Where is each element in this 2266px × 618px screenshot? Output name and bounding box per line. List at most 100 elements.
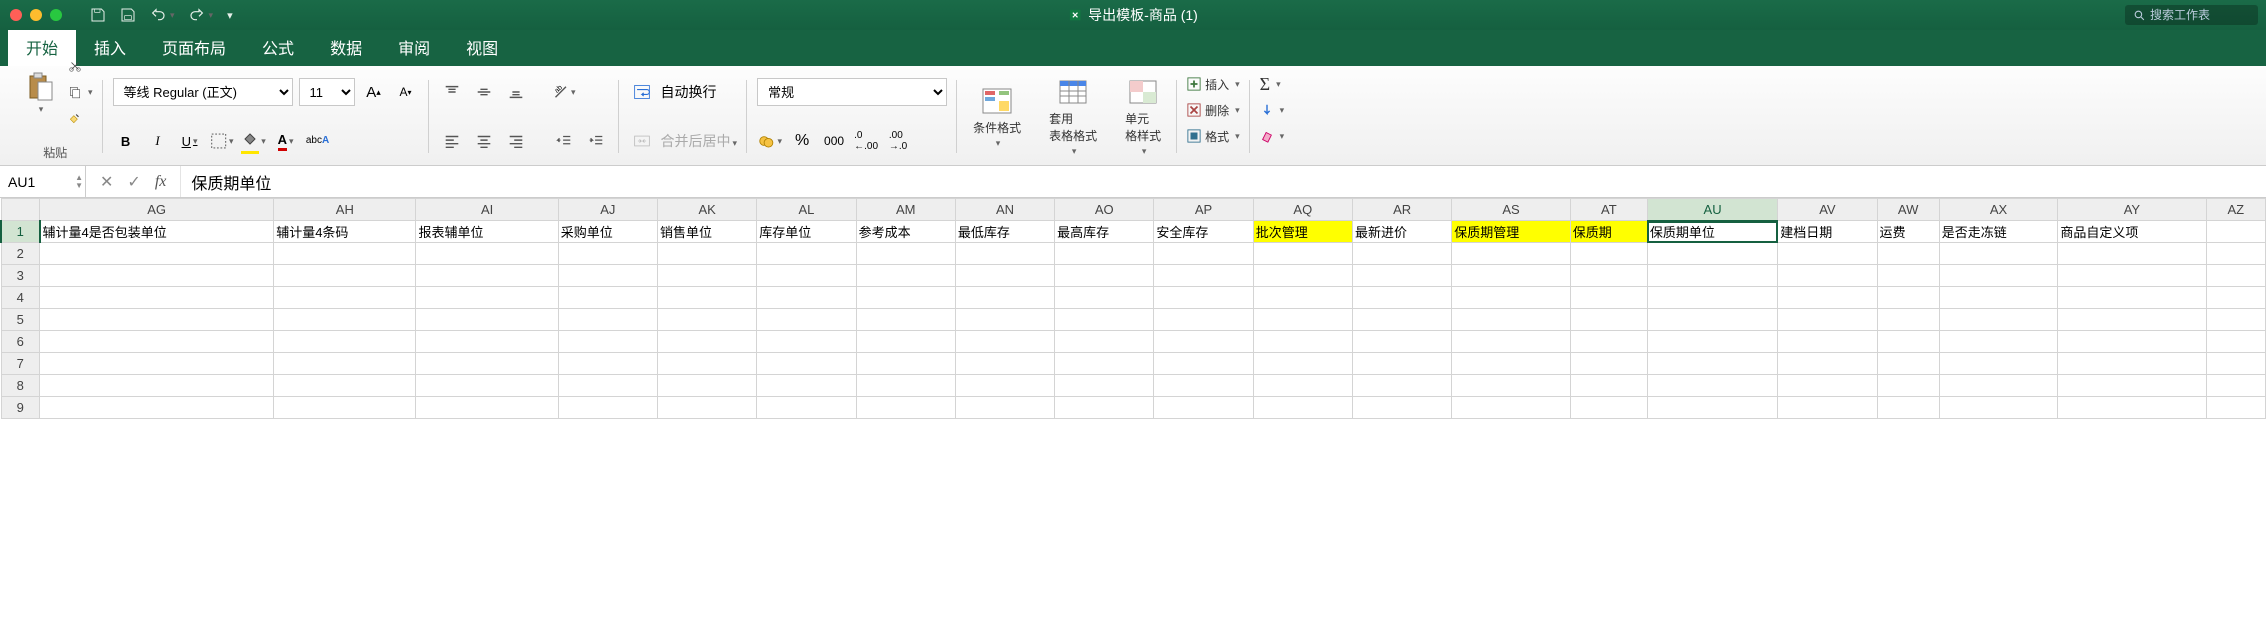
cell-styles-button[interactable]: 单元 格样式 [1119,74,1167,159]
cell-AP3[interactable] [1154,265,1253,287]
cell-AN1[interactable]: 最低库存 [955,221,1054,243]
cell-AM3[interactable] [856,265,955,287]
cell-AZ5[interactable] [2206,309,2265,331]
cell-AW7[interactable] [1877,353,1939,375]
column-header-AZ[interactable]: AZ [2206,199,2265,221]
cell-AR5[interactable] [1352,309,1451,331]
cell-AK9[interactable] [658,397,757,419]
cell-AW5[interactable] [1877,309,1939,331]
column-header-AW[interactable]: AW [1877,199,1939,221]
cell-AL8[interactable] [757,375,856,397]
cut-button[interactable] [68,54,93,78]
cell-AM4[interactable] [856,287,955,309]
cell-AG1[interactable]: 辅计量4是否包装单位 [40,221,274,243]
align-center-button[interactable] [471,128,497,154]
cell-AQ9[interactable] [1253,397,1352,419]
cell-AT9[interactable] [1570,397,1647,419]
cell-AO9[interactable] [1055,397,1154,419]
cell-AQ5[interactable] [1253,309,1352,331]
align-middle-button[interactable] [471,79,497,105]
underline-button[interactable]: U [177,128,203,154]
column-header-AP[interactable]: AP [1154,199,1253,221]
cell-AL2[interactable] [757,243,856,265]
phonetic-button[interactable]: abcA [305,128,331,154]
cell-AZ4[interactable] [2206,287,2265,309]
cell-AL6[interactable] [757,331,856,353]
accounting-format-button[interactable] [757,128,783,154]
zoom-window-button[interactable] [50,9,62,21]
insert-cells-button[interactable]: 插入 [1187,72,1240,96]
cell-AG9[interactable] [40,397,274,419]
column-header-AN[interactable]: AN [955,199,1054,221]
cell-AM9[interactable] [856,397,955,419]
comma-format-button[interactable]: 000 [821,128,847,154]
cell-AW2[interactable] [1877,243,1939,265]
tab-review[interactable]: 审阅 [380,27,448,66]
decrease-decimal-button[interactable]: .00→.0 [885,128,911,154]
cell-AV1[interactable]: 建档日期 [1778,221,1877,243]
cell-AJ9[interactable] [558,397,657,419]
cell-AL7[interactable] [757,353,856,375]
cell-AJ5[interactable] [558,309,657,331]
column-header-AM[interactable]: AM [856,199,955,221]
cell-AT4[interactable] [1570,287,1647,309]
cell-AU1[interactable]: 保质期单位 [1647,221,1777,243]
cell-AL4[interactable] [757,287,856,309]
decrease-indent-button[interactable] [551,128,577,154]
font-color-button[interactable]: A [273,128,299,154]
cell-AW8[interactable] [1877,375,1939,397]
cell-AU5[interactable] [1647,309,1777,331]
cell-AQ8[interactable] [1253,375,1352,397]
formula-input[interactable]: 保质期单位 [180,166,2266,197]
cell-AZ9[interactable] [2206,397,2265,419]
cell-AZ8[interactable] [2206,375,2265,397]
column-header-AO[interactable]: AO [1055,199,1154,221]
delete-cells-button[interactable]: 删除 [1187,98,1240,122]
cell-AP2[interactable] [1154,243,1253,265]
cell-AI7[interactable] [416,353,558,375]
cell-AM5[interactable] [856,309,955,331]
column-header-AK[interactable]: AK [658,199,757,221]
cell-AU4[interactable] [1647,287,1777,309]
cell-AW4[interactable] [1877,287,1939,309]
cell-AH3[interactable] [274,265,416,287]
insert-function-button[interactable]: fx [155,173,167,191]
number-format-select[interactable]: 常规 [757,78,947,106]
cell-AV8[interactable] [1778,375,1877,397]
cell-AS1[interactable]: 保质期管理 [1452,221,1571,243]
cell-AU6[interactable] [1647,331,1777,353]
cell-AI5[interactable] [416,309,558,331]
cell-AW9[interactable] [1877,397,1939,419]
search-input[interactable] [2150,8,2250,22]
spreadsheet-grid[interactable]: AGAHAIAJAKALAMANAOAPAQARASATAUAVAWAXAYAZ… [0,198,2266,419]
redo-button[interactable] [189,7,214,23]
increase-font-button[interactable]: A▴ [361,79,387,105]
cell-AR1[interactable]: 最新进价 [1352,221,1451,243]
cell-AR2[interactable] [1352,243,1451,265]
cell-AO5[interactable] [1055,309,1154,331]
column-header-AS[interactable]: AS [1452,199,1571,221]
cell-AX2[interactable] [1939,243,2058,265]
autosum-button[interactable]: Σ [1260,72,1285,96]
cell-AO4[interactable] [1055,287,1154,309]
cell-AH2[interactable] [274,243,416,265]
cell-AJ2[interactable] [558,243,657,265]
cell-AJ6[interactable] [558,331,657,353]
cell-AR7[interactable] [1352,353,1451,375]
name-box-dropdown-icon[interactable]: ▲▼ [75,174,83,190]
cell-AY4[interactable] [2058,287,2206,309]
cell-AX5[interactable] [1939,309,2058,331]
cell-AV2[interactable] [1778,243,1877,265]
cell-AW3[interactable] [1877,265,1939,287]
cell-AP9[interactable] [1154,397,1253,419]
cell-AL3[interactable] [757,265,856,287]
borders-button[interactable] [209,128,235,154]
cell-AN6[interactable] [955,331,1054,353]
cell-AT2[interactable] [1570,243,1647,265]
cell-AJ1[interactable]: 采购单位 [558,221,657,243]
cell-AG6[interactable] [40,331,274,353]
row-header-3[interactable]: 3 [1,265,40,287]
cell-AO3[interactable] [1055,265,1154,287]
cell-AU2[interactable] [1647,243,1777,265]
cell-AQ4[interactable] [1253,287,1352,309]
